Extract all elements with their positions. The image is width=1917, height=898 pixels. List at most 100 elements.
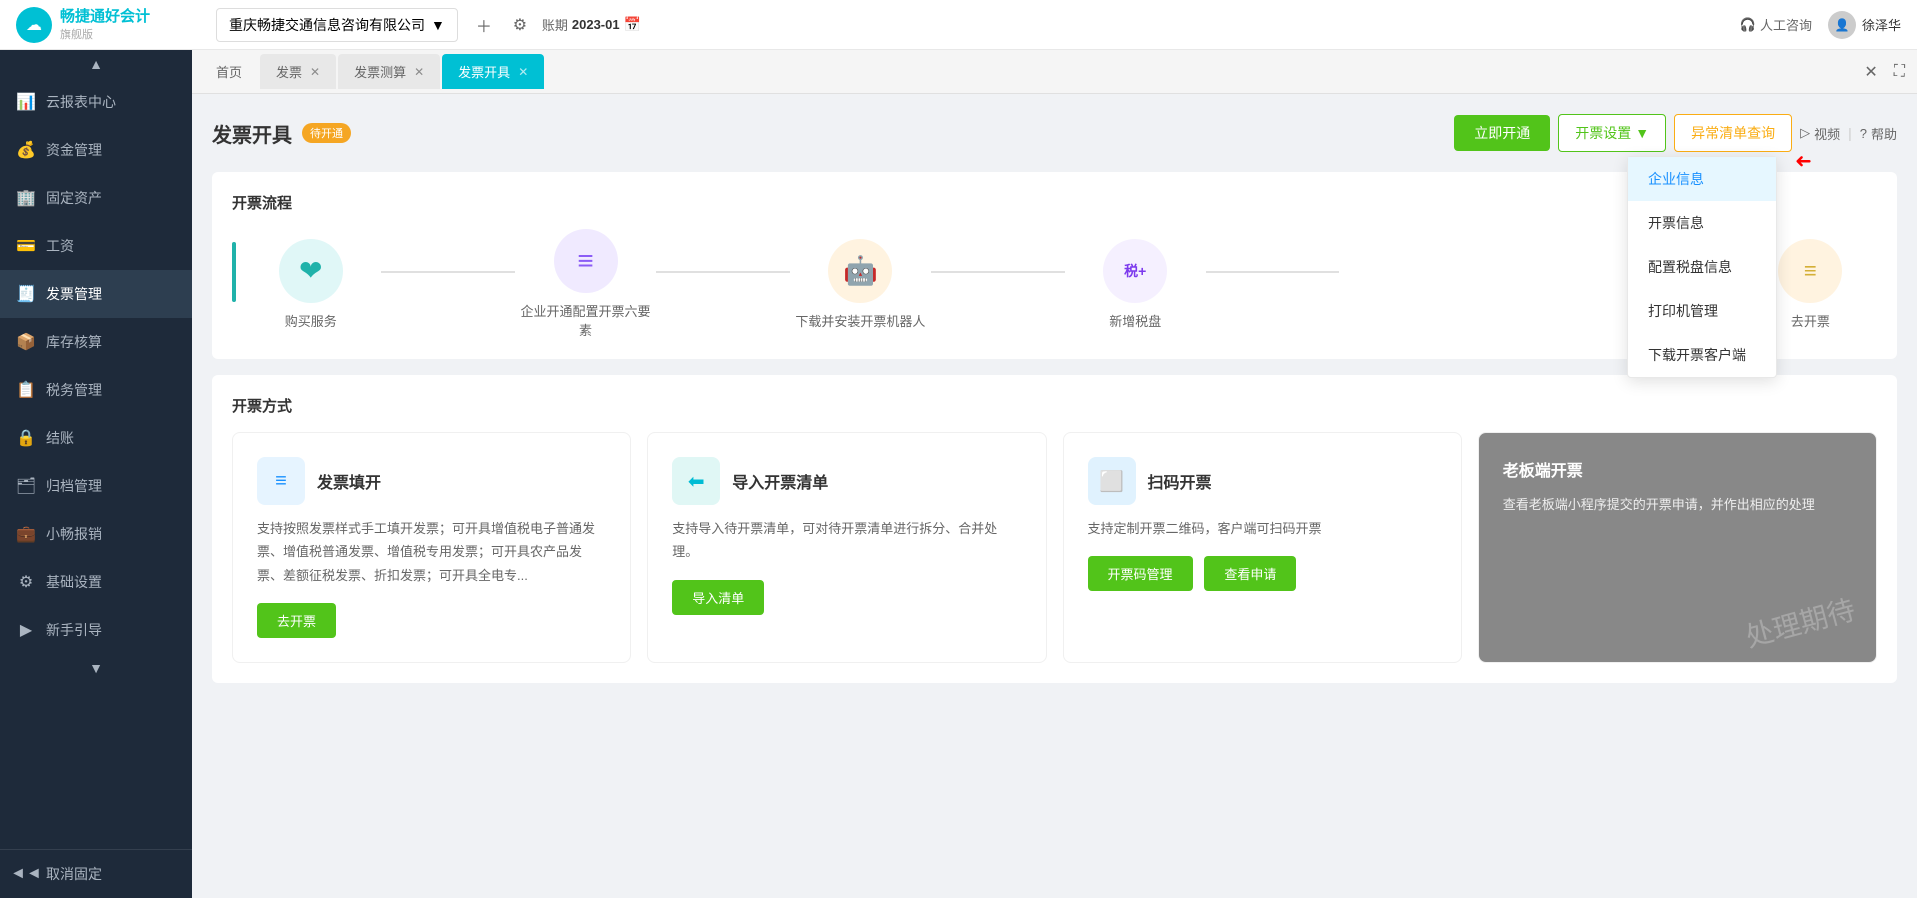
company-selector[interactable]: 重庆畅捷交通信息咨询有限公司 ▼: [216, 8, 458, 42]
tab-invoice-calc[interactable]: 发票测算 ✕: [338, 54, 440, 89]
sidebar: ▲ 📊 云报表中心 💰 资金管理 🏢 固定资产 💳 工资 🧾 发票管理: [0, 50, 192, 898]
dropdown-item-download[interactable]: 下载开票客户端: [1628, 333, 1776, 377]
sidebar-label-settings: 基础设置: [46, 572, 102, 592]
tab-invoice-close[interactable]: ✕: [310, 65, 320, 79]
settings-button[interactable]: 开票设置 ▼: [1558, 114, 1666, 152]
scan-invoice-button[interactable]: 开票码管理: [1088, 556, 1193, 591]
archive-icon: 🗂: [16, 476, 36, 496]
flow-start-line: [232, 242, 236, 302]
sidebar-item-expense[interactable]: 💼 小畅报销: [0, 510, 192, 558]
dropdown-item-company[interactable]: 企业信息: [1628, 157, 1776, 201]
chevron-down-icon: ▼: [431, 17, 445, 33]
dropdown-item-tax-disk[interactable]: 配置税盘信息: [1628, 245, 1776, 289]
user-area[interactable]: 👤 徐泽华: [1828, 11, 1901, 39]
close-accounts-icon: 🔒: [16, 428, 36, 448]
page-content: 发票开具 待开通 立即开通 开票设置 ▼ 异常清单查询 ▷ 视频: [192, 94, 1917, 898]
view-application-button[interactable]: 查看申请: [1204, 556, 1296, 591]
tab-invoice-calc-close[interactable]: ✕: [414, 65, 424, 79]
boss-invoice-title: 老板端开票: [1503, 457, 1583, 481]
help-button[interactable]: ? 帮助: [1860, 124, 1897, 143]
header-actions: 立即开通 开票设置 ▼ 异常清单查询 ▷ 视频 | ?: [1454, 114, 1897, 152]
dropdown-item-invoice-info[interactable]: 开票信息: [1628, 201, 1776, 245]
flow-step-config: ≡ 企业开通配置开票六要素: [519, 229, 652, 339]
cloud-report-icon: 📊: [16, 92, 36, 112]
sidebar-label-invoice: 发票管理: [46, 284, 102, 304]
dropdown-item-printer[interactable]: 打印机管理: [1628, 289, 1776, 333]
add-button[interactable]: ＋: [470, 11, 498, 39]
sidebar-label-tax: 税务管理: [46, 380, 102, 400]
fill-invoice-button[interactable]: 去开票: [257, 603, 336, 638]
scan-invoice-desc: 支持定制开票二维码，客户端可扫码开票: [1088, 517, 1437, 540]
maximize-window-icon[interactable]: ⛶: [1890, 63, 1909, 81]
dropdown-tax-disk-label: 配置税盘信息: [1648, 259, 1732, 275]
exception-button[interactable]: 异常清单查询: [1674, 114, 1792, 152]
basic-settings-icon: ⚙: [16, 572, 36, 592]
sidebar-item-archive[interactable]: 🗂 归档管理: [0, 462, 192, 510]
settings-icon[interactable]: ⚙: [506, 11, 534, 39]
fill-invoice-icon: ≡: [257, 457, 305, 505]
close-window-icon[interactable]: ✕: [1860, 62, 1881, 82]
sidebar-scroll-up[interactable]: ▲: [0, 50, 192, 78]
status-badge: 待开通: [302, 123, 351, 143]
flow-divider-3: [931, 271, 1064, 273]
config-icon: ≡: [554, 229, 618, 293]
sidebar-label-archive: 归档管理: [46, 476, 102, 496]
period-label: 账期: [542, 15, 568, 34]
sidebar-item-settings[interactable]: ⚙ 基础设置: [0, 558, 192, 606]
unpin-icon: ◄◄: [16, 864, 36, 884]
dropdown-company-label: 企业信息: [1648, 171, 1704, 187]
buy-service-icon: ❤: [279, 239, 343, 303]
user-name: 徐泽华: [1862, 15, 1901, 34]
import-invoice-button[interactable]: 导入清单: [672, 580, 764, 615]
tab-invoice-issue[interactable]: 发票开具 ✕: [442, 54, 544, 89]
play-icon: ▷: [1800, 125, 1810, 141]
calendar-icon[interactable]: 📅: [624, 16, 641, 33]
sidebar-label-close-accounts: 结账: [46, 428, 74, 448]
tab-invoice[interactable]: 发票 ✕: [260, 54, 336, 89]
method-card-boss: 老板端开票 查看老板端小程序提交的开票申请，并作出相应的处理 处理期待: [1478, 432, 1877, 663]
guide-icon: ▶: [16, 620, 36, 640]
sidebar-item-assets[interactable]: 🏢 固定资产: [0, 174, 192, 222]
sidebar-label-inventory: 库存核算: [46, 332, 102, 352]
fill-invoice-title: 发票填开: [317, 469, 381, 493]
sidebar-label-guide: 新手引导: [46, 620, 102, 640]
video-button[interactable]: ▷ 视频: [1800, 124, 1840, 143]
tax-icon: 📋: [16, 380, 36, 400]
payroll-icon: 💳: [16, 236, 36, 256]
logo-icon: ☁: [16, 7, 52, 43]
methods-section-title: 开票方式: [232, 395, 1877, 416]
issue-icon: ≡: [1778, 239, 1842, 303]
sidebar-item-tax[interactable]: 📋 税务管理: [0, 366, 192, 414]
sidebar-item-funds[interactable]: 💰 资金管理: [0, 126, 192, 174]
tab-invoice-issue-close[interactable]: ✕: [518, 65, 528, 79]
flow-step-download: 🤖 下载并安装开票机器人: [794, 239, 927, 330]
tab-invoice-label: 发票: [276, 62, 302, 81]
question-icon: ?: [1860, 126, 1867, 141]
help-label: 帮助: [1871, 124, 1897, 143]
sidebar-item-invoice[interactable]: 🧾 发票管理: [0, 270, 192, 318]
sidebar-item-inventory[interactable]: 📦 库存核算: [0, 318, 192, 366]
red-arrow-icon: ➜: [1795, 149, 1812, 174]
consult-button[interactable]: 🎧 人工咨询: [1740, 15, 1812, 34]
flow-step-taxdisk-label: 新增税盘: [1109, 311, 1161, 330]
sidebar-item-close-accounts[interactable]: 🔒 结账: [0, 414, 192, 462]
sidebar-label-cloud-report: 云报表中心: [46, 92, 116, 112]
invoice-icon: 🧾: [16, 284, 36, 304]
download-robot-icon: 🤖: [828, 239, 892, 303]
sidebar-item-cloud-report[interactable]: 📊 云报表中心: [0, 78, 192, 126]
activate-button[interactable]: 立即开通: [1454, 115, 1550, 151]
dropdown-download-label: 下载开票客户端: [1648, 347, 1746, 363]
sidebar-item-payroll[interactable]: 💳 工资: [0, 222, 192, 270]
method-card-scan: ⬜ 扫码开票 支持定制开票二维码，客户端可扫码开票 开票码管理 查看申请: [1063, 432, 1462, 663]
video-label: 视频: [1814, 124, 1840, 143]
sidebar-unpin[interactable]: ◄◄ 取消固定: [0, 850, 192, 898]
flow-step-taxdisk: 税+ 新增税盘: [1069, 239, 1202, 330]
dropdown-menu: 企业信息 开票信息 配置税盘信息 打印机管理: [1627, 156, 1777, 378]
settings-button-label: 开票设置: [1575, 123, 1631, 143]
chevron-down-icon: ▼: [1635, 125, 1649, 141]
sidebar-item-guide[interactable]: ▶ 新手引导: [0, 606, 192, 654]
flow-step-config-label: 企业开通配置开票六要素: [519, 301, 652, 339]
tab-home[interactable]: 首页: [200, 54, 258, 89]
sidebar-scroll-down[interactable]: ▼: [0, 654, 192, 682]
scan-invoice-title: 扫码开票: [1148, 469, 1212, 493]
